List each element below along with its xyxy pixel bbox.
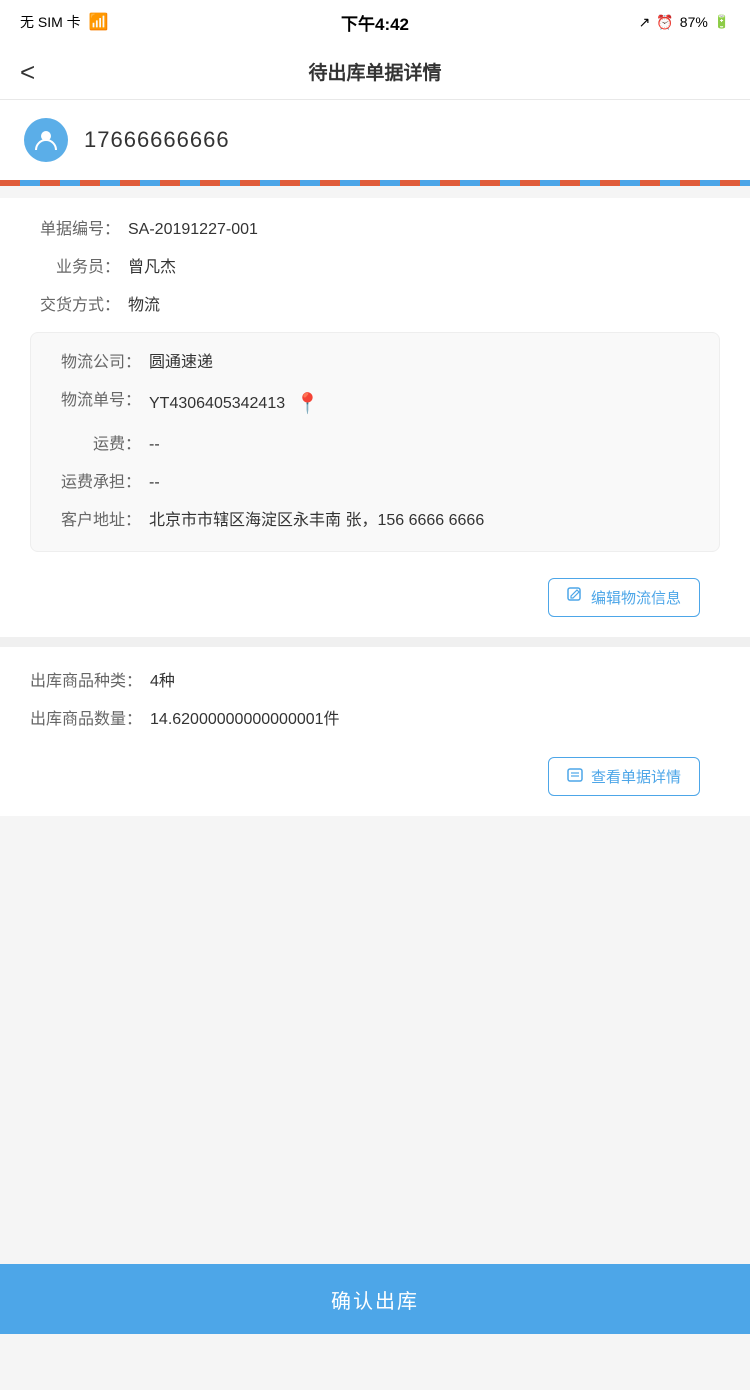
edit-logistics-button[interactable]: 编辑物流信息 <box>548 578 700 617</box>
confirm-btn-bar[interactable]: 确认出库 <box>0 1264 750 1334</box>
logistics-tracking-row: 物流单号： YT4306405342413 📍 <box>51 389 699 419</box>
freight-bear-row: 运费承担： -- <box>51 471 699 495</box>
logistics-tracking-value: YT4306405342413 📍 <box>149 389 699 419</box>
alarm-status-icon: ⏰ <box>656 14 673 31</box>
edit-btn-container: 编辑物流信息 <box>30 564 720 617</box>
edit-icon <box>567 587 583 608</box>
battery-label: 87% <box>680 14 708 30</box>
logistics-company-row: 物流公司： 圆通速递 <box>51 351 699 375</box>
salesperson-row: 业务员： 曾凡杰 <box>30 256 720 280</box>
document-number-value: SA-20191227-001 <box>128 218 720 242</box>
address-label: 客户地址： <box>51 509 141 533</box>
delivery-value: 物流 <box>128 294 720 318</box>
page-title: 待出库单据详情 <box>308 58 441 85</box>
view-detail-label: 查看单据详情 <box>591 766 681 787</box>
customer-header: 17666666666 <box>0 100 750 180</box>
status-left: 无 SIM 卡 📶 <box>20 12 109 32</box>
goods-types-label: 出库商品种类： <box>30 667 142 691</box>
logistics-company-value: 圆通速递 <box>149 351 699 375</box>
address-value: 北京市市辖区海淀区永丰南 张，156 6666 6666 <box>149 509 699 533</box>
section-separator <box>0 637 750 647</box>
goods-quantity-label: 出库商品数量： <box>30 705 142 729</box>
confirm-btn-label: 确认出库 <box>331 1285 419 1314</box>
salesperson-value: 曾凡杰 <box>128 256 720 280</box>
back-button[interactable]: < <box>20 51 43 93</box>
document-number-label: 单据编号： <box>30 218 120 242</box>
logistics-card: 物流公司： 圆通速递 物流单号： YT4306405342413 📍 运费： -… <box>30 332 720 552</box>
edit-logistics-label: 编辑物流信息 <box>591 587 681 608</box>
delivery-label: 交货方式： <box>30 294 120 318</box>
location-pin-icon[interactable]: 📍 <box>295 389 320 419</box>
tracking-number: YT4306405342413 <box>149 392 285 416</box>
logistics-company-label: 物流公司： <box>51 351 141 375</box>
view-detail-icon <box>567 767 583 787</box>
freight-label: 运费： <box>51 433 141 457</box>
view-btn-container: 查看单据详情 <box>30 743 720 796</box>
address-row: 客户地址： 北京市市辖区海淀区永丰南 张，156 6666 6666 <box>51 509 699 533</box>
nav-bar: < 待出库单据详情 <box>0 44 750 100</box>
freight-value: -- <box>149 433 699 457</box>
document-info-section: 单据编号： SA-20191227-001 业务员： 曾凡杰 交货方式： 物流 … <box>0 198 750 637</box>
wifi-icon: 📶 <box>89 12 109 32</box>
person-icon <box>32 126 60 154</box>
status-right: ↗ ⏰ 87% 🔋 <box>639 14 730 31</box>
page-content: 17666666666 单据编号： SA-20191227-001 业务员： 曾… <box>0 100 750 1390</box>
goods-types-row: 出库商品种类： 4种 <box>30 667 720 691</box>
dashed-divider <box>0 180 750 186</box>
carrier-label: 无 SIM 卡 <box>20 12 81 32</box>
goods-quantity-value: 14.62000000000000001件 <box>150 705 340 729</box>
customer-phone: 17666666666 <box>84 127 230 153</box>
freight-row: 运费： -- <box>51 433 699 457</box>
status-time: 下午4:42 <box>341 10 409 35</box>
document-number-row: 单据编号： SA-20191227-001 <box>30 218 720 242</box>
battery-icon: 🔋 <box>714 14 730 30</box>
goods-section: 出库商品种类： 4种 出库商品数量： 14.62000000000000001件… <box>0 647 750 816</box>
salesperson-label: 业务员： <box>30 256 120 280</box>
logistics-tracking-label: 物流单号： <box>51 389 141 413</box>
goods-quantity-row: 出库商品数量： 14.62000000000000001件 <box>30 705 720 729</box>
view-detail-button[interactable]: 查看单据详情 <box>548 757 700 796</box>
status-bar: 无 SIM 卡 📶 下午4:42 ↗ ⏰ 87% 🔋 <box>0 0 750 44</box>
location-status-icon: ↗ <box>639 14 651 31</box>
delivery-row: 交货方式： 物流 <box>30 294 720 318</box>
freight-bear-label: 运费承担： <box>51 471 141 495</box>
freight-bear-value: -- <box>149 471 699 495</box>
avatar <box>24 118 68 162</box>
empty-space <box>0 816 750 1016</box>
goods-types-value: 4种 <box>150 667 175 691</box>
